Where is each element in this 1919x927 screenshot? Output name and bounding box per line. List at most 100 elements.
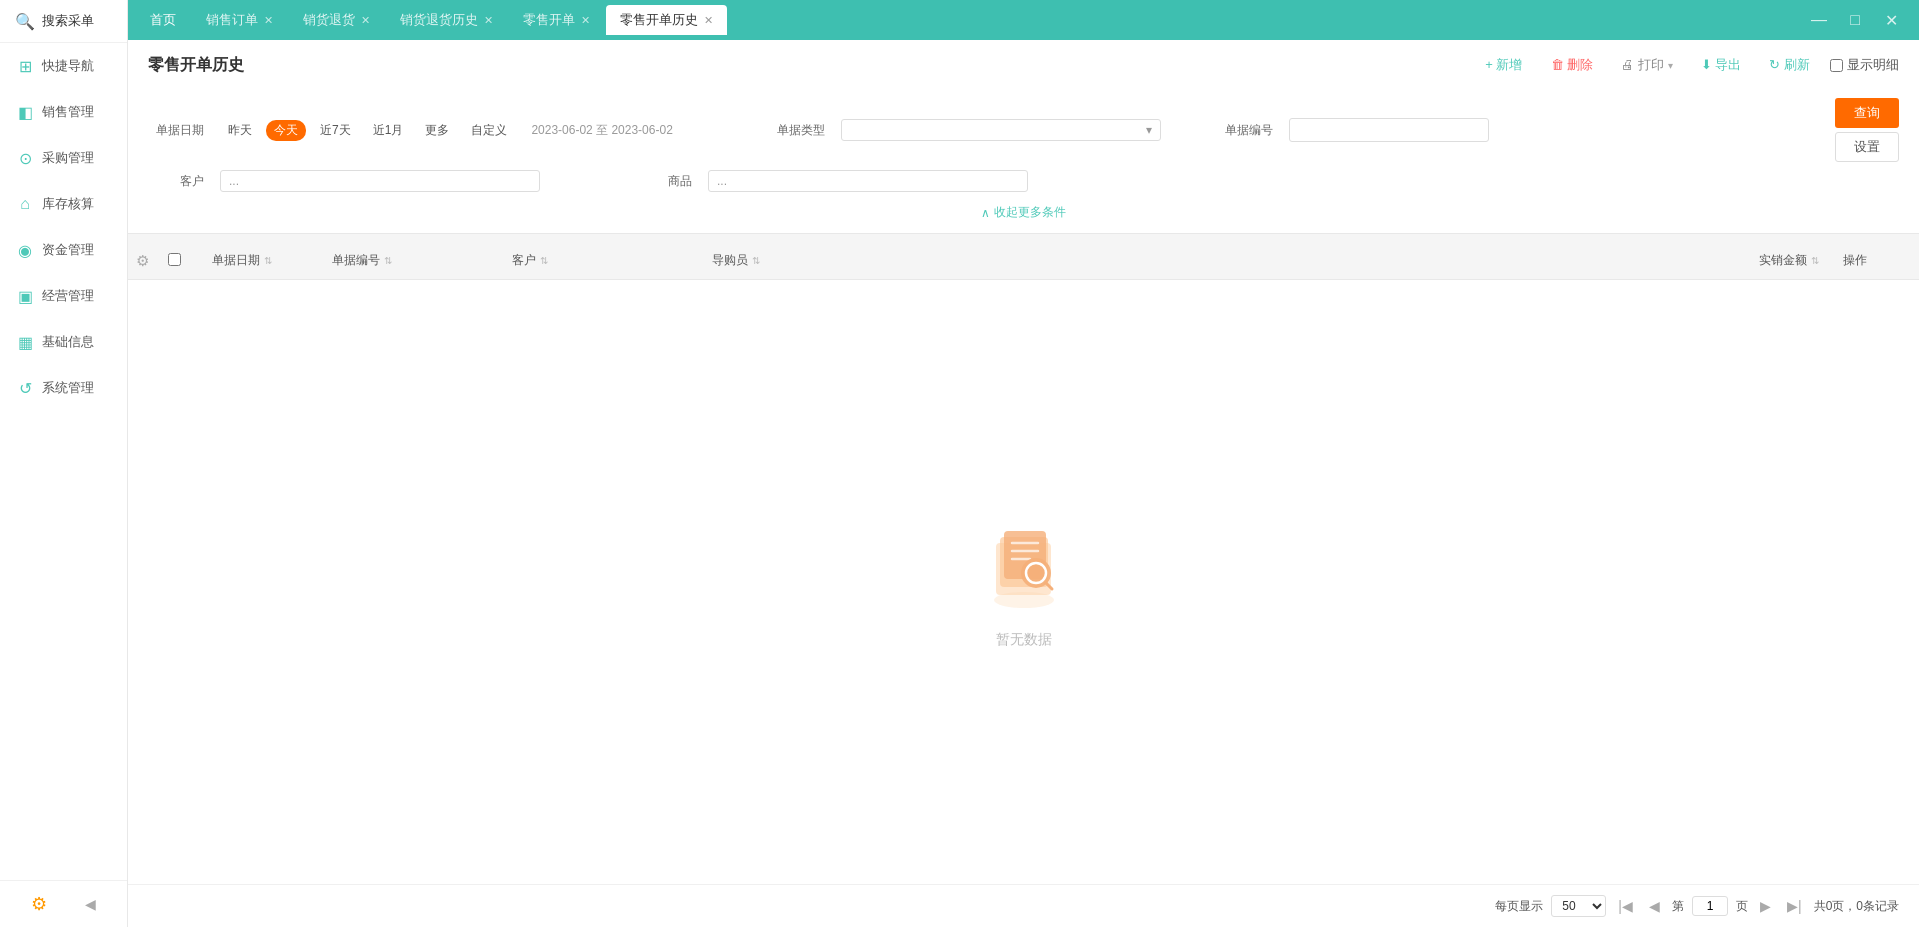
tab-home[interactable]: 首页: [136, 5, 190, 35]
close-btn[interactable]: ✕: [1879, 8, 1903, 32]
empty-image: [974, 515, 1074, 615]
th-num[interactable]: 单据编号 ⇅: [320, 244, 500, 277]
sidebar-item-label: 快捷导航: [42, 57, 94, 75]
empty-svg: [974, 515, 1074, 615]
export-button[interactable]: ⬇ 导出: [1693, 52, 1750, 78]
tab-close-sales-order[interactable]: ✕: [264, 14, 273, 27]
query-button[interactable]: 查询: [1835, 98, 1899, 128]
display-detail-input[interactable]: [1830, 59, 1843, 72]
th-date[interactable]: 单据日期 ⇅: [200, 244, 320, 277]
sidebar-search[interactable]: 🔍 搜索采单: [0, 0, 127, 43]
tab-bar: 首页 销售订单 ✕ 销货退货 ✕ 销货退货历史 ✕ 零售开单 ✕ 零售开单历史 …: [128, 0, 1919, 40]
page-number-input[interactable]: 1: [1692, 896, 1728, 916]
sort-icon: ⇅: [264, 255, 272, 266]
system-icon: ↺: [16, 379, 34, 397]
sidebar-item-inventory[interactable]: ⌂ 库存核算: [0, 181, 127, 227]
goods-label: 商品: [636, 173, 692, 190]
tab-retail-open[interactable]: 零售开单 ✕: [509, 5, 604, 35]
sidebar-item-purchase-mgmt[interactable]: ⊙ 采购管理: [0, 135, 127, 181]
date-range: 2023-06-02 至 2023-06-02: [531, 122, 672, 139]
total-text: 共0页，0条记录: [1814, 898, 1899, 915]
sidebar-search-label: 搜索采单: [42, 12, 94, 30]
sidebar-item-operation[interactable]: ▣ 经营管理: [0, 273, 127, 319]
tab-close-retail-open-history[interactable]: ✕: [704, 14, 713, 27]
collapse-button[interactable]: ∧ 收起更多条件: [981, 204, 1066, 221]
sidebar-item-base-info[interactable]: ▦ 基础信息: [0, 319, 127, 365]
prev-page-btn[interactable]: ◀: [1645, 896, 1664, 916]
refresh-button[interactable]: ↻ 刷新: [1761, 52, 1818, 78]
select-all-checkbox[interactable]: [168, 253, 200, 269]
tab-close-retail-open[interactable]: ✕: [581, 14, 590, 27]
inventory-icon: ⌂: [16, 195, 34, 213]
sidebar-item-label: 资金管理: [42, 241, 94, 259]
sidebar-item-system[interactable]: ↺ 系统管理: [0, 365, 127, 411]
sidebar-item-label: 基础信息: [42, 333, 94, 351]
customer-select[interactable]: ...: [220, 170, 540, 192]
add-button[interactable]: + 新增: [1477, 52, 1530, 78]
tab-sales-return-history[interactable]: 销货退货历史 ✕: [386, 5, 507, 35]
sidebar-collapse-btn[interactable]: ◀: [85, 896, 96, 912]
date-today[interactable]: 今天: [266, 120, 306, 141]
window-controls: — □ ✕: [1807, 8, 1911, 32]
sales-mgmt-icon: ◧: [16, 103, 34, 121]
first-page-btn[interactable]: |◀: [1614, 896, 1637, 916]
tab-sales-return[interactable]: 销货退货 ✕: [289, 5, 384, 35]
per-page-select[interactable]: 50 100 200: [1551, 895, 1606, 917]
display-detail-checkbox[interactable]: 显示明细: [1830, 56, 1899, 74]
sidebar-item-finance[interactable]: ◉ 资金管理: [0, 227, 127, 273]
collapse-bar: ∧ 收起更多条件: [148, 200, 1899, 229]
maximize-btn[interactable]: □: [1843, 8, 1867, 32]
empty-text: 暂无数据: [996, 631, 1052, 649]
tab-retail-open-history[interactable]: 零售开单历史 ✕: [606, 5, 727, 35]
toolbar: + 新增 🗑 删除 🖨 打印 ▾ ⬇ 导出 ↻ 刷新: [1477, 52, 1899, 78]
th-action: 操作: [1831, 244, 1911, 277]
sort-icon: ⇅: [752, 255, 760, 266]
date-custom[interactable]: 自定义: [463, 120, 515, 141]
page-label: 第: [1672, 898, 1684, 915]
doc-num-input[interactable]: [1289, 118, 1489, 142]
pagination: 每页显示 50 100 200 |◀ ◀ 第 1 页 ▶ ▶| 共0页，0条记录: [128, 884, 1919, 927]
tab-close-sales-return-history[interactable]: ✕: [484, 14, 493, 27]
date-last7[interactable]: 近7天: [312, 120, 359, 141]
tab-sales-order[interactable]: 销售订单 ✕: [192, 5, 287, 35]
quick-nav-icon: ⊞: [16, 57, 34, 75]
th-salesman[interactable]: 导购员 ⇅: [700, 244, 820, 277]
doc-num-label: 单据编号: [1217, 122, 1273, 139]
empty-state: 暂无数据: [128, 280, 1919, 884]
date-yesterday[interactable]: 昨天: [220, 120, 260, 141]
date-more[interactable]: 更多: [417, 120, 457, 141]
date-last1m[interactable]: 近1月: [365, 120, 412, 141]
table-header: ⚙ 单据日期 ⇅ 单据编号 ⇅ 客户 ⇅ 导购员 ⇅: [128, 242, 1919, 280]
sidebar-bottom: ⚙ ◀: [0, 880, 127, 927]
th-customer[interactable]: 客户 ⇅: [500, 244, 700, 277]
main-area: 首页 销售订单 ✕ 销货退货 ✕ 销货退货历史 ✕ 零售开单 ✕ 零售开单历史 …: [128, 0, 1919, 927]
doc-type-select[interactable]: ▾: [841, 119, 1161, 141]
finance-icon: ◉: [16, 241, 34, 259]
base-info-icon: ▦: [16, 333, 34, 351]
chevron-down-icon: ▾: [1668, 60, 1673, 71]
tab-close-sales-return[interactable]: ✕: [361, 14, 370, 27]
page-title: 零售开单历史: [148, 55, 244, 76]
minimize-btn[interactable]: —: [1807, 8, 1831, 32]
delete-button[interactable]: 🗑 删除: [1543, 52, 1602, 78]
per-page-label: 每页显示: [1495, 898, 1543, 915]
sidebar-item-label: 销售管理: [42, 103, 94, 121]
chevron-up-icon: ∧: [981, 206, 990, 220]
goods-select[interactable]: ...: [708, 170, 1028, 192]
last-page-btn[interactable]: ▶|: [1783, 896, 1806, 916]
print-button[interactable]: 🖨 打印 ▾: [1613, 52, 1681, 78]
sidebar-item-sales-mgmt[interactable]: ◧ 销售管理: [0, 89, 127, 135]
th-amount[interactable]: 实销金额 ⇅: [1711, 244, 1831, 277]
column-settings-icon[interactable]: ⚙: [136, 252, 168, 270]
doc-type-label: 单据类型: [769, 122, 825, 139]
sidebar-item-label: 库存核算: [42, 195, 94, 213]
sidebar-item-label: 系统管理: [42, 379, 94, 397]
date-shortcuts: 昨天 今天 近7天 近1月 更多 自定义: [220, 120, 515, 141]
setting-button[interactable]: 设置: [1835, 132, 1899, 162]
filter-area: 单据日期 昨天 今天 近7天 近1月 更多 自定义 2023-06-02 至 2…: [148, 90, 1899, 233]
operation-icon: ▣: [16, 287, 34, 305]
sidebar-settings-btn[interactable]: ⚙: [31, 893, 47, 915]
sidebar-item-quick-nav[interactable]: ⊞ 快捷导航: [0, 43, 127, 89]
sidebar-item-label: 经营管理: [42, 287, 94, 305]
next-page-btn[interactable]: ▶: [1756, 896, 1775, 916]
